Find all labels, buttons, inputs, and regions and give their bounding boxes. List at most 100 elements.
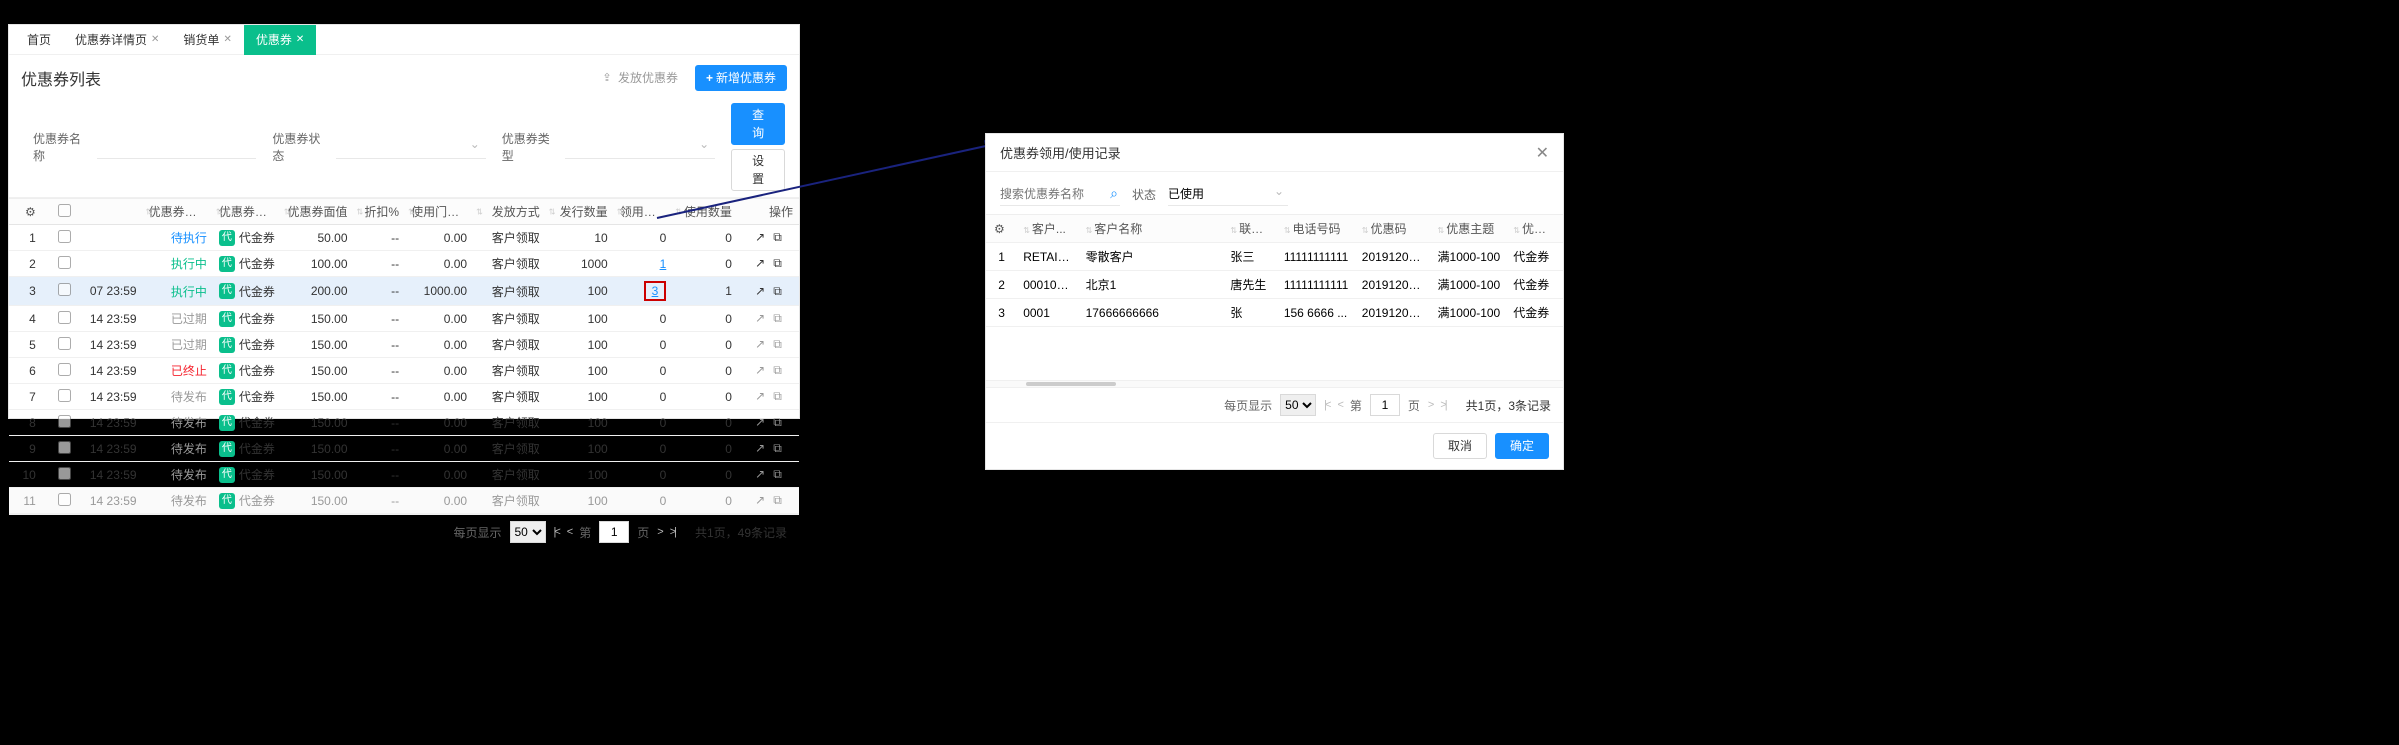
row-checkbox[interactable]: [58, 283, 71, 296]
qr-icon[interactable]: ⧉: [773, 230, 782, 245]
tab-sales-order[interactable]: 销货单 ✕: [171, 25, 243, 55]
col-cust-no[interactable]: 客户...: [1017, 215, 1079, 243]
open-icon[interactable]: ↗: [755, 284, 765, 299]
open-icon[interactable]: ↗: [755, 230, 765, 245]
qr-icon[interactable]: ⧉: [773, 493, 782, 508]
first-page-icon[interactable]: |<: [554, 526, 559, 538]
col-face[interactable]: 优惠券面值: [281, 199, 354, 225]
col-coupon-code[interactable]: 优惠码: [1356, 215, 1432, 243]
page-input[interactable]: [1370, 394, 1400, 416]
close-icon[interactable]: ✕: [151, 34, 159, 45]
col-type[interactable]: 优惠券类: [1507, 215, 1563, 243]
qr-icon[interactable]: ⧉: [773, 415, 782, 430]
col-subject[interactable]: 优惠主题: [1432, 215, 1508, 243]
filter-name-input[interactable]: [97, 135, 257, 159]
col-phone[interactable]: 电话号码: [1278, 215, 1356, 243]
table-row[interactable]: 1 待执行 代代金券 50.00 -- 0.00 客户领取 10 0 0 ↗ ⧉: [9, 225, 799, 251]
search-button[interactable]: 查询: [731, 103, 785, 145]
open-icon[interactable]: ↗: [755, 256, 765, 271]
filter-type-select[interactable]: [565, 135, 715, 159]
first-page-icon[interactable]: |<: [1324, 399, 1329, 411]
issue-coupon-button[interactable]: ⇪ 发放优惠券: [589, 65, 689, 91]
col-issued[interactable]: 发行数量: [546, 199, 614, 225]
col-gear[interactable]: ⚙: [9, 199, 42, 225]
claimed-count-link[interactable]: 1: [660, 257, 667, 271]
settings-button[interactable]: 设置: [731, 149, 785, 191]
col-discount[interactable]: 折扣%: [354, 199, 406, 225]
page-input[interactable]: [599, 521, 629, 543]
open-icon[interactable]: ↗: [755, 467, 765, 482]
row-checkbox[interactable]: [58, 441, 71, 454]
tab-home[interactable]: 首页: [15, 25, 63, 55]
qr-icon[interactable]: ⧉: [773, 389, 782, 404]
open-icon[interactable]: ↗: [755, 493, 765, 508]
last-page-icon[interactable]: >|: [1440, 399, 1445, 411]
table-row[interactable]: 4 14 23:59 已过期 代代金券 150.00 -- 0.00 客户领取 …: [9, 306, 799, 332]
filter-status-select[interactable]: [336, 135, 486, 159]
per-page-select[interactable]: 50: [1280, 394, 1316, 416]
row-checkbox[interactable]: [58, 415, 71, 428]
table-row[interactable]: 10 14 23:59 待发布 代代金券 150.00 -- 0.00 客户领取…: [9, 462, 799, 488]
table-row[interactable]: 5 14 23:59 已过期 代代金券 150.00 -- 0.00 客户领取 …: [9, 332, 799, 358]
table-row[interactable]: 8 14 23:59 待发布 代代金券 150.00 -- 0.00 客户领取 …: [9, 410, 799, 436]
close-icon[interactable]: ✕: [1536, 143, 1549, 163]
qr-icon[interactable]: ⧉: [773, 311, 782, 326]
table-row[interactable]: 3 07 23:59 执行中 代代金券 200.00 -- 1000.00 客户…: [9, 277, 799, 306]
prev-page-icon[interactable]: <: [567, 526, 571, 538]
search-input[interactable]: [1000, 182, 1120, 206]
col-gear[interactable]: ⚙: [986, 215, 1017, 243]
col-status[interactable]: 优惠券状态: [143, 199, 213, 225]
qr-icon[interactable]: ⧉: [773, 441, 782, 456]
col-cust-name[interactable]: 客户名称: [1080, 215, 1225, 243]
table-row[interactable]: 6 14 23:59 已终止 代代金券 150.00 -- 0.00 客户领取 …: [9, 358, 799, 384]
qr-icon[interactable]: ⧉: [773, 337, 782, 352]
open-icon[interactable]: ↗: [755, 441, 765, 456]
cancel-button[interactable]: 取消: [1433, 433, 1487, 459]
last-page-icon[interactable]: >|: [670, 526, 675, 538]
table-row[interactable]: 1 RETAIL... 零散客户 张三 11111111111 20191207…: [986, 243, 1563, 271]
open-icon[interactable]: ↗: [755, 415, 765, 430]
open-icon[interactable]: ↗: [755, 363, 765, 378]
row-checkbox[interactable]: [58, 256, 71, 269]
open-icon[interactable]: ↗: [755, 389, 765, 404]
table-row[interactable]: 2 00010001 北京1 唐先生 11111111111 20191207O…: [986, 271, 1563, 299]
qr-icon[interactable]: ⧉: [773, 256, 782, 271]
table-row[interactable]: 7 14 23:59 待发布 代代金券 150.00 -- 0.00 客户领取 …: [9, 384, 799, 410]
per-page-select[interactable]: 50: [510, 521, 546, 543]
col-used[interactable]: 使用数量: [672, 199, 738, 225]
table-row[interactable]: 9 14 23:59 待发布 代代金券 150.00 -- 0.00 客户领取 …: [9, 436, 799, 462]
col-contact[interactable]: 联系人: [1224, 215, 1277, 243]
col-claimed[interactable]: 领用数量: [614, 199, 673, 225]
status-select[interactable]: 已使用: [1168, 182, 1288, 206]
close-icon[interactable]: ✕: [296, 34, 304, 45]
row-checkbox[interactable]: [58, 230, 71, 243]
col-type[interactable]: 优惠券类型: [213, 199, 281, 225]
confirm-button[interactable]: 确定: [1495, 433, 1549, 459]
new-coupon-button[interactable]: + 新增优惠券: [695, 65, 787, 91]
qr-icon[interactable]: ⧉: [773, 284, 782, 299]
next-page-icon[interactable]: >: [657, 526, 661, 538]
row-checkbox[interactable]: [58, 311, 71, 324]
row-checkbox[interactable]: [58, 389, 71, 402]
col-method[interactable]: 发放方式: [473, 199, 546, 225]
table-row[interactable]: 11 14 23:59 待发布 代代金券 150.00 -- 0.00 客户领取…: [9, 488, 799, 514]
next-page-icon[interactable]: >: [1428, 399, 1432, 411]
select-all-checkbox[interactable]: [58, 204, 71, 217]
claimed-count-link[interactable]: 3: [644, 281, 667, 301]
open-icon[interactable]: ↗: [755, 337, 765, 352]
qr-icon[interactable]: ⧉: [773, 467, 782, 482]
row-checkbox[interactable]: [58, 493, 71, 506]
qr-icon[interactable]: ⧉: [773, 363, 782, 378]
row-checkbox[interactable]: [58, 467, 71, 480]
tab-coupon-detail[interactable]: 优惠券详情页 ✕: [63, 25, 171, 55]
row-checkbox[interactable]: [58, 337, 71, 350]
tab-coupon[interactable]: 优惠券 ✕: [244, 25, 316, 55]
row-checkbox[interactable]: [58, 363, 71, 376]
table-row[interactable]: 2 执行中 代代金券 100.00 -- 0.00 客户领取 1000 1 0 …: [9, 251, 799, 277]
prev-page-icon[interactable]: <: [1337, 399, 1341, 411]
table-row[interactable]: 3 0001 17666666666 张 156 6666 ... 201912…: [986, 299, 1563, 327]
open-icon[interactable]: ↗: [755, 311, 765, 326]
col-threshold[interactable]: 使用门槛...: [405, 199, 473, 225]
close-icon[interactable]: ✕: [223, 34, 231, 45]
horizontal-scrollbar[interactable]: [986, 381, 1563, 387]
